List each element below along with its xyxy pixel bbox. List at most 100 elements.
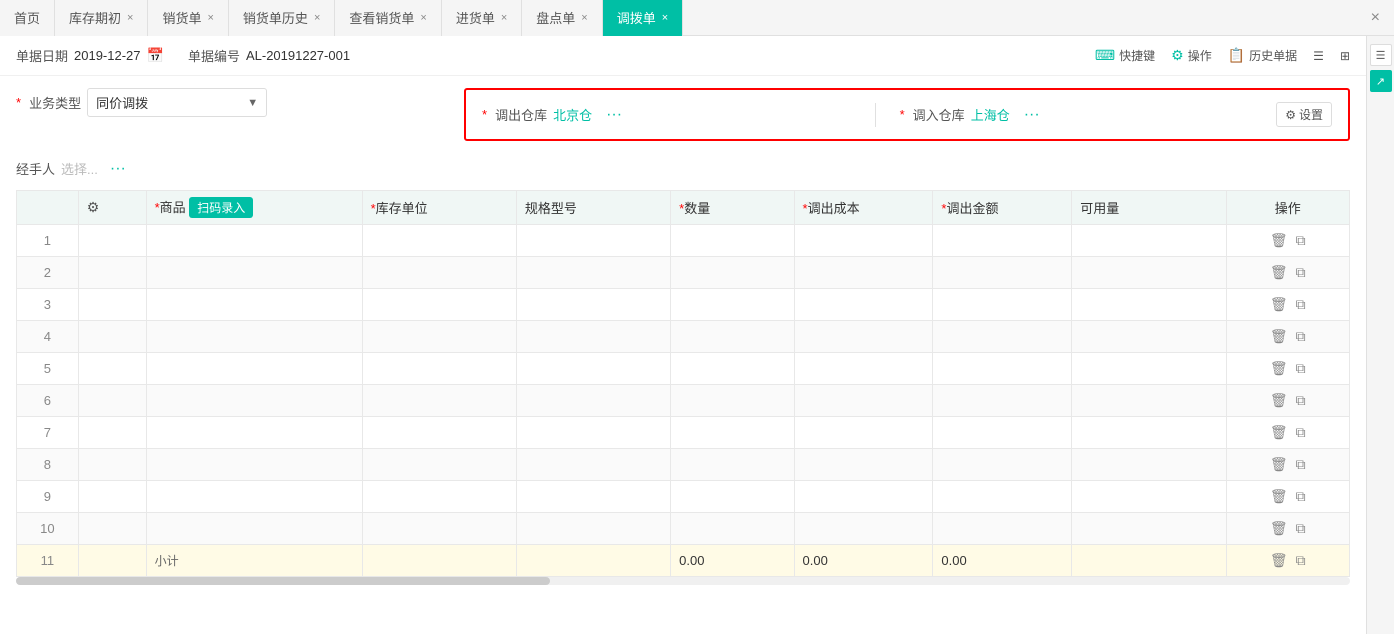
cell-amount[interactable]	[933, 353, 1072, 385]
tab-transfer[interactable]: 调拨单 ×	[603, 0, 683, 36]
tab-home[interactable]: 首页	[0, 0, 55, 36]
cell-product[interactable]	[146, 321, 362, 353]
copy-icon[interactable]: ⧉	[1296, 328, 1306, 345]
tab-sales-history[interactable]: 销货单历史 ×	[229, 0, 335, 36]
delete-icon[interactable]: 🗑	[1270, 328, 1288, 345]
tab-view-sales-close[interactable]: ×	[420, 12, 426, 24]
cell-cost[interactable]	[794, 481, 933, 513]
copy-icon[interactable]: ⧉	[1296, 360, 1306, 377]
cell-spec[interactable]	[516, 353, 670, 385]
cell-spec[interactable]	[516, 449, 670, 481]
cell-cost[interactable]	[794, 353, 933, 385]
cell-unit[interactable]	[362, 481, 516, 513]
cell-amount[interactable]	[933, 257, 1072, 289]
cell-unit[interactable]	[362, 321, 516, 353]
delete-icon[interactable]: 🗑	[1270, 296, 1288, 313]
shortcuts-button[interactable]: ⌨ 快捷键	[1095, 47, 1155, 64]
cell-amount[interactable]	[933, 289, 1072, 321]
tab-sales-order-close[interactable]: ×	[207, 12, 213, 24]
cell-amount[interactable]	[933, 385, 1072, 417]
cell-product[interactable]	[146, 417, 362, 449]
cell-product[interactable]	[146, 353, 362, 385]
operations-button[interactable]: ⚙ 操作	[1171, 47, 1212, 64]
cell-product[interactable]	[146, 385, 362, 417]
history-button[interactable]: 📋 历史单据	[1228, 47, 1297, 64]
tab-purchase-order-close[interactable]: ×	[501, 12, 507, 24]
delete-icon[interactable]: 🗑	[1270, 520, 1288, 537]
cell-qty[interactable]	[671, 225, 794, 257]
tab-inventory-init-close[interactable]: ×	[127, 12, 133, 24]
cell-spec[interactable]	[516, 225, 670, 257]
delete-icon[interactable]: 🗑	[1270, 392, 1288, 409]
handler-more-button[interactable]: ···	[110, 160, 126, 178]
copy-icon[interactable]: ⧉	[1296, 296, 1306, 313]
copy-icon[interactable]: ⧉	[1296, 264, 1306, 281]
tab-sales-history-close[interactable]: ×	[314, 12, 320, 24]
cell-product[interactable]	[146, 449, 362, 481]
copy-icon[interactable]: ⧉	[1296, 456, 1306, 473]
copy-icon[interactable]: ⧉	[1296, 232, 1306, 249]
cell-spec[interactable]	[516, 417, 670, 449]
window-close-button[interactable]: ×	[1357, 0, 1394, 36]
cell-amount[interactable]	[933, 321, 1072, 353]
tab-sales-order[interactable]: 销货单 ×	[148, 0, 228, 36]
business-type-select[interactable]: 同价调拨 ▼	[87, 88, 267, 117]
cell-qty[interactable]	[671, 513, 794, 545]
warehouse-in-more-button[interactable]: ···	[1024, 106, 1040, 124]
cell-qty[interactable]	[671, 385, 794, 417]
tab-stocktake[interactable]: 盘点单 ×	[522, 0, 602, 36]
cell-unit[interactable]	[362, 257, 516, 289]
cell-cost[interactable]	[794, 449, 933, 481]
cell-product[interactable]	[146, 481, 362, 513]
copy-icon[interactable]: ⧉	[1296, 520, 1306, 537]
cell-amount[interactable]	[933, 225, 1072, 257]
cell-cost[interactable]	[794, 225, 933, 257]
cell-product[interactable]	[146, 289, 362, 321]
cell-qty[interactable]	[671, 417, 794, 449]
delete-icon[interactable]: 🗑	[1270, 456, 1288, 473]
th-settings[interactable]: ⚙	[78, 191, 146, 225]
copy-icon[interactable]: ⧉	[1296, 392, 1306, 409]
tab-inventory-init[interactable]: 库存期初 ×	[55, 0, 148, 36]
cell-qty[interactable]	[671, 321, 794, 353]
layout-toggle-1[interactable]: ☰	[1313, 49, 1324, 63]
cell-unit[interactable]	[362, 417, 516, 449]
delete-icon[interactable]: 🗑	[1270, 360, 1288, 377]
table-scroll-thumb[interactable]	[16, 577, 550, 585]
handler-select[interactable]: 选择...	[61, 159, 98, 178]
cell-cost[interactable]	[794, 321, 933, 353]
calendar-icon[interactable]: 📅	[147, 47, 164, 64]
cell-spec[interactable]	[516, 289, 670, 321]
cell-unit[interactable]	[362, 289, 516, 321]
scan-button[interactable]: 扫码录入	[189, 197, 253, 218]
cell-product[interactable]	[146, 225, 362, 257]
cell-cost[interactable]	[794, 257, 933, 289]
delete-icon[interactable]: 🗑	[1270, 264, 1288, 281]
copy-icon[interactable]: ⧉	[1296, 552, 1306, 569]
cell-spec[interactable]	[516, 321, 670, 353]
tab-transfer-close[interactable]: ×	[662, 12, 668, 24]
cell-unit[interactable]	[362, 513, 516, 545]
cell-qty[interactable]	[671, 353, 794, 385]
cell-product[interactable]	[146, 257, 362, 289]
layout-toggle-2[interactable]: ⊞	[1340, 49, 1350, 63]
cell-cost[interactable]	[794, 385, 933, 417]
cell-amount[interactable]	[933, 481, 1072, 513]
copy-icon[interactable]: ⧉	[1296, 488, 1306, 505]
tab-purchase-order[interactable]: 进货单 ×	[442, 0, 522, 36]
cell-cost[interactable]	[794, 513, 933, 545]
cell-amount[interactable]	[933, 417, 1072, 449]
copy-icon[interactable]: ⧉	[1296, 424, 1306, 441]
cell-amount[interactable]	[933, 513, 1072, 545]
delete-icon[interactable]: 🗑	[1270, 424, 1288, 441]
sidebar-list-button[interactable]: ☰	[1370, 44, 1392, 66]
tab-view-sales[interactable]: 查看销货单 ×	[335, 0, 441, 36]
cell-cost[interactable]	[794, 289, 933, 321]
cell-spec[interactable]	[516, 385, 670, 417]
cell-qty[interactable]	[671, 481, 794, 513]
table-settings-icon[interactable]: ⚙	[87, 199, 100, 215]
cell-spec[interactable]	[516, 481, 670, 513]
cell-spec[interactable]	[516, 257, 670, 289]
delete-icon[interactable]: 🗑	[1270, 232, 1288, 249]
cell-unit[interactable]	[362, 353, 516, 385]
